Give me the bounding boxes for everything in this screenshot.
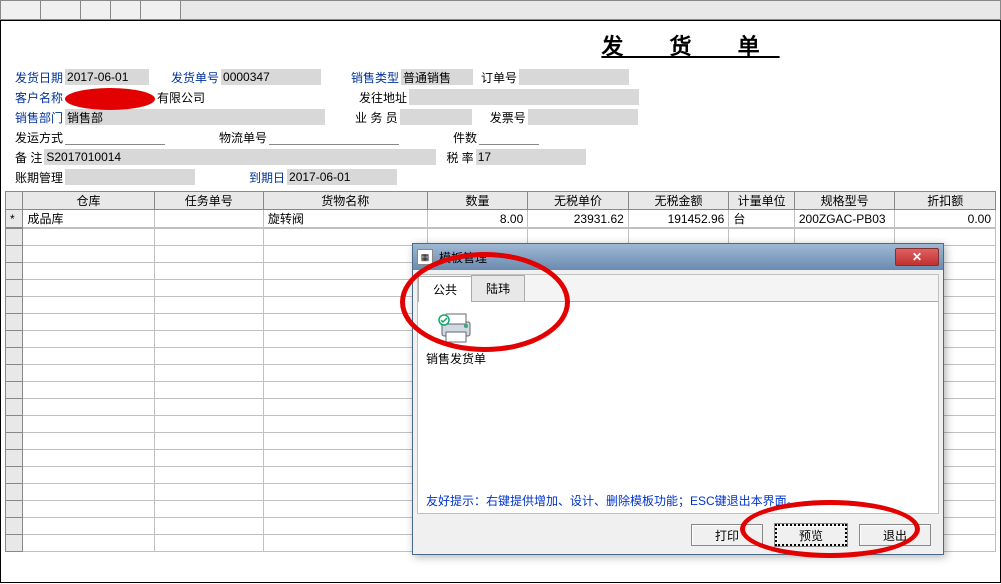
document-title: 发 货 单 bbox=[381, 29, 1000, 61]
table-row[interactable]: * 成品库 旋转阀 8.00 23931.62 191452.96 台 200Z… bbox=[6, 210, 996, 228]
ship-addr-field[interactable] bbox=[409, 89, 639, 105]
due-date-field[interactable] bbox=[287, 169, 397, 185]
invoice-no-label: 发票号 bbox=[490, 109, 526, 126]
form-header: 发货日期 发货单号 销售类型 订单号 客户名称 有限公司 发往地址 销售部门 业… bbox=[1, 61, 1000, 187]
toolbar-btn[interactable] bbox=[111, 1, 141, 19]
cell-warehouse[interactable]: 成品库 bbox=[23, 210, 154, 228]
cell-price-notax[interactable]: 23931.62 bbox=[528, 210, 629, 228]
data-grid[interactable]: 仓库 任务单号 货物名称 数量 无税单价 无税金额 计量单位 规格型号 折扣额 … bbox=[5, 191, 996, 228]
col-price-notax[interactable]: 无税单价 bbox=[528, 192, 629, 210]
col-warehouse[interactable]: 仓库 bbox=[23, 192, 154, 210]
remark-field[interactable] bbox=[44, 149, 436, 165]
dialog-button-bar: 打印 预览 退出 bbox=[413, 518, 943, 552]
sale-type-label: 销售类型 bbox=[351, 69, 399, 86]
period-label: 账期管理 bbox=[15, 169, 63, 186]
tab-content[interactable]: 销售发货单 bbox=[418, 302, 938, 375]
order-no-label: 订单号 bbox=[481, 69, 517, 86]
cell-unit[interactable]: 台 bbox=[729, 210, 795, 228]
invoice-no-field[interactable] bbox=[528, 109, 638, 125]
cell-goods-name[interactable]: 旋转阀 bbox=[263, 210, 427, 228]
col-goods-name[interactable]: 货物名称 bbox=[263, 192, 427, 210]
ship-date-field[interactable] bbox=[65, 69, 149, 85]
period-field[interactable] bbox=[65, 169, 195, 185]
remark-label: 备 注 bbox=[15, 149, 42, 166]
preview-button[interactable]: 预览 bbox=[775, 524, 847, 546]
cell-task-no[interactable] bbox=[154, 210, 263, 228]
tax-rate-field[interactable] bbox=[476, 149, 586, 165]
grid-body: * 成品库 旋转阀 8.00 23931.62 191452.96 台 200Z… bbox=[6, 210, 996, 228]
exit-button[interactable]: 退出 bbox=[859, 524, 931, 546]
ship-no-field[interactable] bbox=[221, 69, 321, 85]
col-qty[interactable]: 数量 bbox=[427, 192, 528, 210]
clerk-field[interactable] bbox=[400, 109, 472, 125]
col-task-no[interactable]: 任务单号 bbox=[154, 192, 263, 210]
logistics-no-label: 物流单号 bbox=[219, 129, 267, 146]
customer-redacted bbox=[65, 88, 155, 110]
clerk-label: 业 务 员 bbox=[355, 109, 398, 126]
due-date-label: 到期日 bbox=[249, 169, 285, 186]
dept-field[interactable] bbox=[65, 109, 325, 125]
ship-addr-label: 发往地址 bbox=[359, 89, 407, 106]
main-toolbar bbox=[0, 0, 1001, 20]
dialog-titlebar[interactable]: ▦ 模板管理 ✕ bbox=[413, 244, 943, 270]
sale-type-field[interactable] bbox=[401, 69, 473, 85]
template-manager-dialog: ▦ 模板管理 ✕ 公共 陆玮 销售发货单 bbox=[412, 243, 944, 555]
grid-corner bbox=[6, 192, 23, 210]
template-item[interactable]: 销售发货单 bbox=[426, 310, 486, 367]
cell-discount[interactable]: 0.00 bbox=[895, 210, 996, 228]
customer-label: 客户名称 bbox=[15, 89, 63, 106]
customer-suffix: 有限公司 bbox=[157, 89, 205, 106]
col-unit[interactable]: 计量单位 bbox=[729, 192, 795, 210]
dialog-tabs: 公共 陆玮 bbox=[418, 275, 938, 302]
toolbar-btn[interactable] bbox=[81, 1, 111, 19]
ship-method-label: 发运方式 bbox=[15, 129, 63, 146]
dialog-title: 模板管理 bbox=[439, 249, 895, 266]
col-amount-notax[interactable]: 无税金额 bbox=[628, 192, 729, 210]
ship-date-label: 发货日期 bbox=[15, 69, 63, 86]
toolbar-btn[interactable] bbox=[141, 1, 181, 19]
cell-spec[interactable]: 200ZGAC-PB03 bbox=[794, 210, 895, 228]
ship-method-field[interactable] bbox=[65, 129, 165, 145]
pieces-label: 件数 bbox=[453, 129, 477, 146]
cell-amount-notax[interactable]: 191452.96 bbox=[628, 210, 729, 228]
row-marker: * bbox=[6, 210, 23, 228]
printer-icon bbox=[436, 310, 476, 346]
col-spec[interactable]: 规格型号 bbox=[794, 192, 895, 210]
dept-label: 销售部门 bbox=[15, 109, 63, 126]
logistics-no-field[interactable] bbox=[269, 129, 399, 145]
dialog-body: 公共 陆玮 销售发货单 友好提示：右键提供增加、设计、删除模板功能；E bbox=[417, 274, 939, 514]
order-no-field[interactable] bbox=[519, 69, 629, 85]
tax-rate-label: 税 率 bbox=[446, 149, 473, 166]
print-button[interactable]: 打印 bbox=[691, 524, 763, 546]
cell-qty[interactable]: 8.00 bbox=[427, 210, 528, 228]
tab-public[interactable]: 公共 bbox=[418, 276, 472, 302]
dialog-icon: ▦ bbox=[417, 249, 433, 265]
tab-user[interactable]: 陆玮 bbox=[471, 275, 525, 301]
col-discount[interactable]: 折扣额 bbox=[895, 192, 996, 210]
toolbar-btn[interactable] bbox=[41, 1, 81, 19]
toolbar-btn[interactable] bbox=[1, 1, 41, 19]
template-label: 销售发货单 bbox=[426, 350, 486, 367]
pieces-field[interactable] bbox=[479, 129, 539, 145]
dialog-hint: 友好提示：右键提供增加、设计、删除模板功能；ESC键退出本界面。 bbox=[426, 492, 799, 509]
close-button[interactable]: ✕ bbox=[895, 248, 939, 266]
ship-no-label: 发货单号 bbox=[171, 69, 219, 86]
